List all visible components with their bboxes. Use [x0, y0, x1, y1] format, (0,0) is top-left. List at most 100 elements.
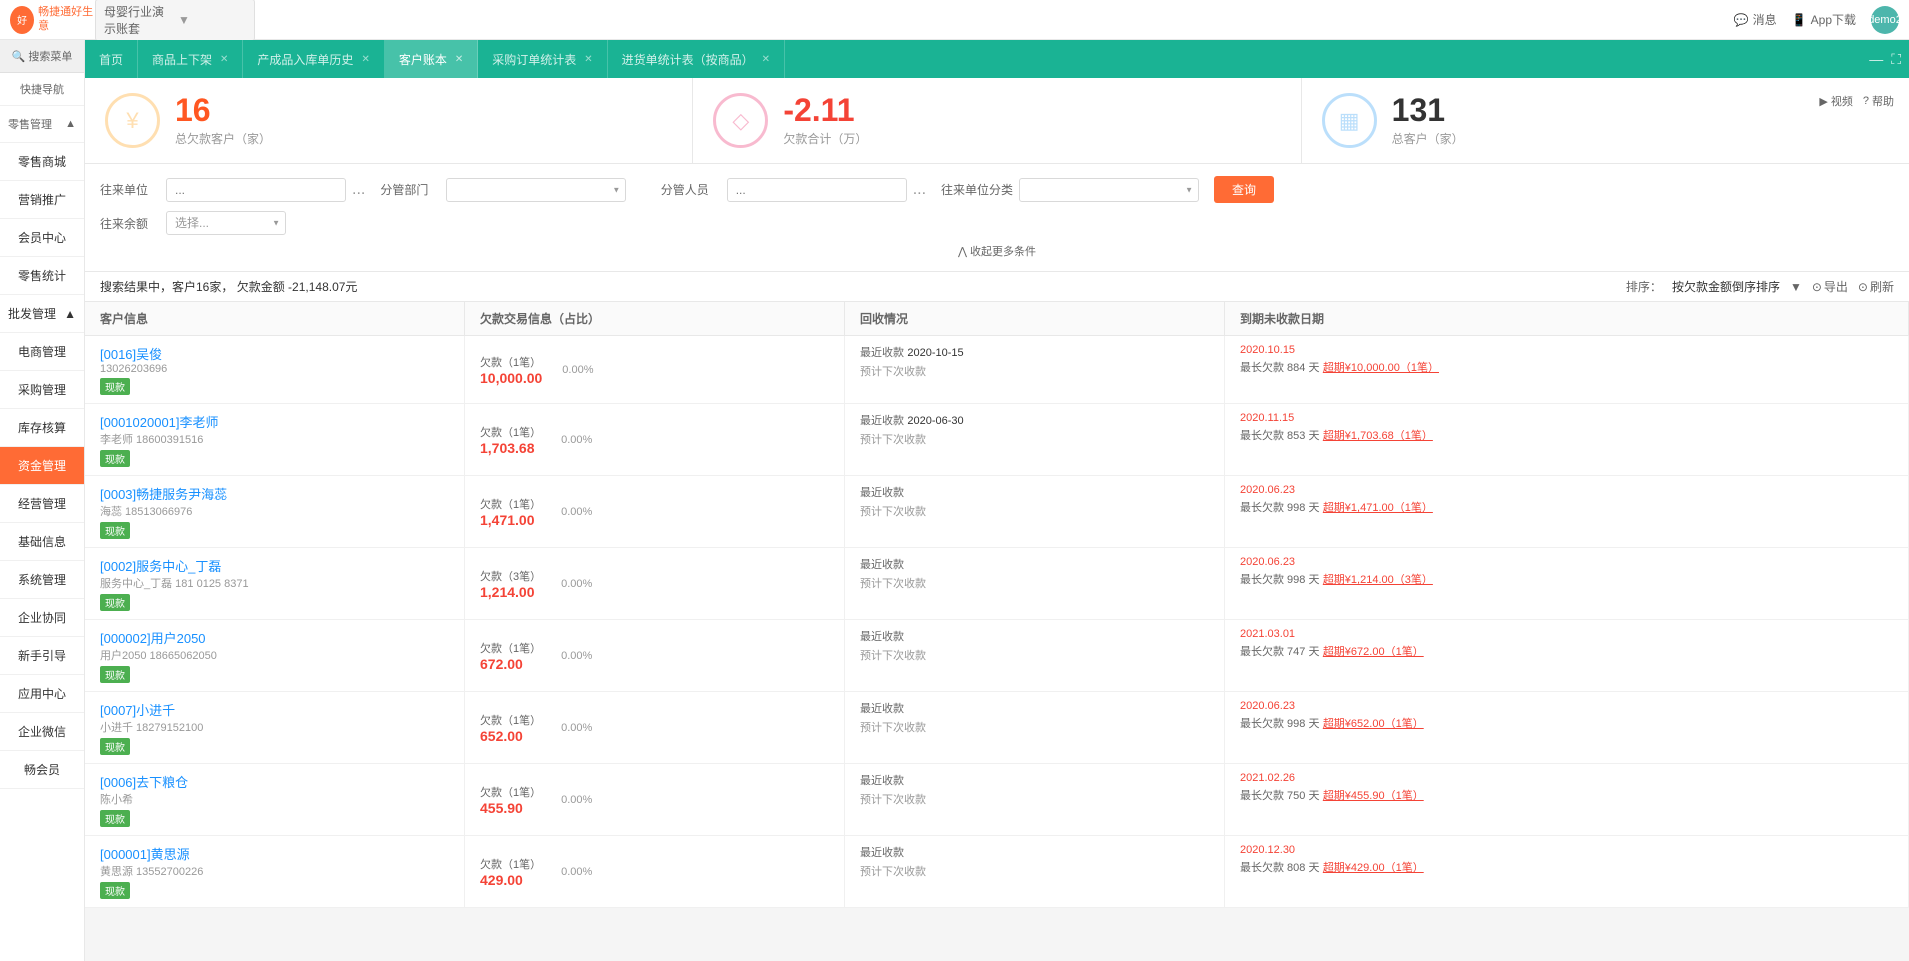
customer-name-3[interactable]: [0002]服务中心_丁磊 [100, 556, 449, 575]
sidebar-item-retail-store[interactable]: 零售商城 [0, 143, 84, 181]
dept-select[interactable] [446, 178, 626, 202]
sidebar-item-basic-info[interactable]: 基础信息 [0, 523, 84, 561]
sidebar-item-inventory[interactable]: 库存核算 [0, 409, 84, 447]
overdue-link-0[interactable]: 超期¥10,000.00（1笔） [1323, 362, 1439, 374]
sidebar-item-marketing[interactable]: 营销推广 [0, 181, 84, 219]
person-label: 分管人员 [661, 181, 721, 198]
sidebar-item-member[interactable]: 会员中心 [0, 219, 84, 257]
sort-chevron-icon[interactable]: ▼ [1790, 280, 1802, 294]
search-button[interactable]: 查询 [1214, 176, 1274, 203]
th-debt: 欠款交易信息（占比） [465, 302, 845, 335]
overdue-link-5[interactable]: 超期¥652.00（1笔） [1323, 718, 1424, 730]
tab-purchase-stats[interactable]: 采购订单统计表 ✕ [478, 40, 607, 78]
logo-icon: 好 [10, 6, 34, 34]
sidebar-item-guide[interactable]: 新手引导 [0, 637, 84, 675]
td-recovery-6: 最近收款 预计下次收款 [845, 764, 1225, 835]
video-icon: ▶ [1819, 95, 1827, 108]
customer-name-2[interactable]: [0003]畅捷服务尹海蕊 [100, 484, 449, 503]
sidebar-item-system[interactable]: 系统管理 [0, 561, 84, 599]
source-unit-dots[interactable]: ... [352, 181, 365, 199]
td-overdue-7: 2020.12.30 最长欠款 808 天 超期¥429.00（1笔） [1225, 836, 1909, 907]
unit-category-select[interactable] [1019, 178, 1199, 202]
sidebar-item-finance[interactable]: 资金管理 [0, 447, 84, 485]
filter-unit-category: 往来单位分类 [941, 178, 1199, 202]
table-header: 客户信息 欠款交易信息（占比） 回收情况 到期未收款日期 [85, 302, 1909, 336]
page-content: ¥ 16 总欠款客户（家） ◇ -2.11 欠款合计（万） [85, 78, 1909, 961]
user-avatar[interactable]: demo2 [1871, 6, 1899, 34]
sidebar-item-retail-stats[interactable]: 零售统计 [0, 257, 84, 295]
sidebar-item-retail-mgmt[interactable]: 零售管理 ▲ [0, 106, 84, 143]
table-row: [0016]吴俊 13026203696 现款 欠款（1笔） 10,000.00… [85, 336, 1909, 404]
balance-select[interactable]: 选择... [166, 211, 286, 235]
customer-sub-6: 陈小希 [100, 791, 449, 807]
filter-area: 往来单位 ... 分管部门 ... 分管人员 [85, 164, 1909, 272]
debt-total-icon-wrap: ◇ [713, 93, 768, 148]
td-customer-5: [0007]小进千 小进千 18279152100 现款 [85, 692, 465, 763]
customer-name-5[interactable]: [0007]小进千 [100, 700, 449, 719]
person-dots[interactable]: ... [913, 181, 926, 199]
tab-production-history[interactable]: 产成品入库单历史 ✕ [243, 40, 384, 78]
sidebar: 🔍 搜索菜单 快捷导航 零售管理 ▲ 零售商城 营销推广 会员中心 零售统计 批… [0, 40, 85, 961]
td-customer-4: [000002]用户2050 用户2050 18665062050 现款 [85, 620, 465, 691]
store-selector[interactable]: 母婴行业演示账套 ▼ [95, 0, 255, 41]
customer-name-6[interactable]: [0006]去下粮仓 [100, 772, 449, 791]
overdue-link-4[interactable]: 超期¥672.00（1笔） [1323, 646, 1424, 658]
customer-name-7[interactable]: [000001]黄思源 [100, 844, 449, 863]
overdue-link-7[interactable]: 超期¥429.00（1笔） [1323, 862, 1424, 874]
sidebar-item-ecommerce[interactable]: 电商管理 [0, 333, 84, 371]
tab-minimize-icon[interactable]: — [1869, 51, 1883, 67]
sidebar-item-quicknav[interactable]: 快捷导航 [0, 73, 84, 106]
balance-label: 往来余额 [100, 215, 160, 232]
customer-name-0[interactable]: [0016]吴俊 [100, 344, 449, 363]
td-recovery-1: 最近收款 2020-06-30 预计下次收款 [845, 404, 1225, 475]
tab-home[interactable]: 首页 [85, 40, 138, 78]
customer-name-4[interactable]: [000002]用户2050 [100, 628, 449, 647]
sidebar-item-wholesale[interactable]: 批发管理▲ [0, 295, 84, 333]
tab-close-icon[interactable]: ✕ [584, 54, 592, 65]
view-video-button[interactable]: ▶ 视频 [1819, 93, 1852, 109]
tab-close-icon[interactable]: ✕ [361, 54, 369, 65]
overdue-link-6[interactable]: 超期¥455.90（1笔） [1323, 790, 1424, 802]
overdue-link-3[interactable]: 超期¥1,214.00（3笔） [1323, 574, 1433, 586]
sidebar-item-operations[interactable]: 经营管理 [0, 485, 84, 523]
td-debt-5: 欠款（1笔） 652.00 0.00% [465, 692, 845, 763]
sidebar-item-apps[interactable]: 应用中心 [0, 675, 84, 713]
sidebar-item-member2[interactable]: 畅会员 [0, 751, 84, 789]
app-download-button[interactable]: 📱 App下载 [1792, 11, 1856, 28]
tab-close-icon[interactable]: ✕ [220, 54, 228, 65]
sidebar-search[interactable]: 🔍 搜索菜单 [0, 40, 84, 73]
tab-product-listing[interactable]: 商品上下架 ✕ [138, 40, 243, 78]
customer-tag-0: 现款 [100, 378, 130, 395]
customer-sub-7: 黄思源 13552700226 [100, 863, 449, 879]
customer-tag-7: 现款 [100, 882, 130, 899]
summary-card-total-customers: ▦ 131 总客户（家） ▶ 视频 ? [1302, 78, 1909, 163]
help-button[interactable]: ? 帮助 [1863, 93, 1894, 109]
app-container: 好 畅捷通好生意 母婴行业演示账套 ▼ 💬 消息 📱 App下载 demo2 [0, 0, 1909, 961]
tab-close-icon[interactable]: ✕ [455, 54, 463, 65]
td-customer-0: [0016]吴俊 13026203696 现款 [85, 336, 465, 403]
td-overdue-6: 2021.02.26 最长欠款 750 天 超期¥455.90（1笔） [1225, 764, 1909, 835]
collapse-button[interactable]: ⋀ 收起更多条件 [958, 243, 1036, 259]
overdue-link-2[interactable]: 超期¥1,471.00（1笔） [1323, 502, 1433, 514]
person-input[interactable] [727, 178, 907, 202]
app-download-icon: 📱 [1792, 13, 1807, 27]
refresh-button[interactable]: ⊙ 刷新 [1858, 278, 1894, 295]
tab-close-icon[interactable]: ✕ [762, 54, 770, 65]
sidebar-item-purchase[interactable]: 采购管理 [0, 371, 84, 409]
message-button[interactable]: 💬 消息 [1734, 11, 1777, 28]
filter-row-1: 往来单位 ... 分管部门 ... 分管人员 [100, 176, 1894, 203]
td-overdue-2: 2020.06.23 最长欠款 998 天 超期¥1,471.00（1笔） [1225, 476, 1909, 547]
tab-maximize-icon[interactable]: ⛶ [1891, 51, 1901, 68]
export-button[interactable]: ⊙ 导出 [1812, 278, 1848, 295]
customer-name-1[interactable]: [0001020001]李老师 [100, 412, 449, 431]
tab-customer-ledger[interactable]: 客户账本 ✕ [385, 40, 478, 78]
source-unit-input[interactable] [166, 178, 346, 202]
sidebar-item-enterprise[interactable]: 企业协同 [0, 599, 84, 637]
sidebar-item-wechat[interactable]: 企业微信 [0, 713, 84, 751]
overdue-link-1[interactable]: 超期¥1,703.68（1笔） [1323, 430, 1433, 442]
debt-total-value: -2.11 [783, 94, 867, 126]
sort-select[interactable]: 按欠款金额倒序排序 [1672, 278, 1780, 295]
tab-purchase-product-stats[interactable]: 进货单统计表（按商品） ✕ [608, 40, 785, 78]
td-debt-0: 欠款（1笔） 10,000.00 0.00% [465, 336, 845, 403]
balance-select-wrap: 选择... [166, 211, 286, 235]
